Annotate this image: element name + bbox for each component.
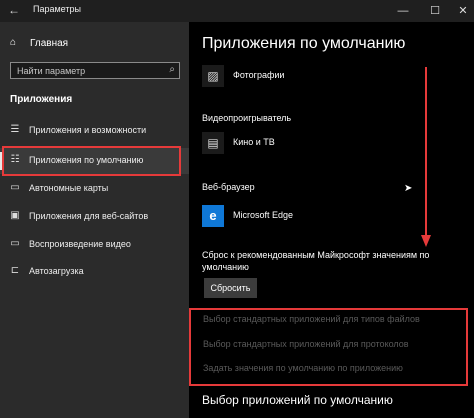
video-icon: ▭ [10, 238, 20, 249]
home-label: Главная [30, 38, 69, 49]
sidebar-item-startup[interactable]: ⊏ Автозагрузка [0, 259, 189, 285]
mouse-cursor-icon: ➤ [404, 183, 413, 194]
photos-icon: ▨ [202, 65, 224, 87]
minimize-button[interactable]: — [388, 0, 418, 22]
sidebar-item-label: Воспроизведение видео [29, 239, 131, 249]
edge-icon: e [202, 205, 224, 227]
search-input[interactable]: Найти параметр ⌕ [10, 62, 180, 79]
back-arrow-icon[interactable]: ← [6, 2, 22, 18]
map-icon: ▭ [10, 182, 20, 193]
sidebar-item-label: Автозагрузка [29, 266, 84, 276]
window-title: Параметры [33, 4, 81, 14]
reset-button[interactable]: Сбросить [204, 278, 257, 298]
page-title: Приложения по умолчанию [202, 35, 406, 52]
home-icon: ⌂ [10, 37, 17, 48]
group-label-browser: Веб-браузер [202, 182, 255, 192]
reset-description: Сброс к рекомендованным Майкрософт значе… [202, 250, 430, 272]
search-placeholder: Найти параметр [17, 66, 86, 76]
sidebar-item-label: Автономные карты [29, 183, 109, 193]
sidebar: ⌂ Главная Найти параметр ⌕ Приложения ☰ … [0, 22, 189, 418]
bottom-heading: Выбор приложений по умолчанию [202, 393, 393, 407]
sidebar-item-video-playback[interactable]: ▭ Воспроизведение видео [0, 232, 189, 258]
sidebar-item-web-apps[interactable]: ▣ Приложения для веб-сайтов [0, 204, 189, 230]
main-content: Приложения по умолчанию ▨ Фотографии Вид… [189, 22, 474, 418]
group-label-video: Видеопроигрыватель [202, 113, 292, 123]
film-icon: ▤ [202, 132, 224, 154]
section-heading: Приложения [10, 94, 73, 105]
annotation-highlight-box [2, 146, 181, 176]
list-icon: ☰ [10, 124, 20, 135]
web-apps-icon: ▣ [10, 210, 20, 221]
app-name: Фотографии [233, 70, 285, 80]
search-icon[interactable]: ⌕ [169, 64, 175, 75]
home-link[interactable]: ⌂ Главная [10, 37, 68, 53]
sidebar-item-apps-features[interactable]: ☰ Приложения и возможности [0, 118, 189, 144]
sidebar-item-label: Приложения и возможности [29, 125, 147, 135]
startup-icon: ⊏ [10, 265, 20, 276]
annotation-links-box [189, 308, 468, 386]
close-button[interactable]: ✕ [448, 0, 474, 22]
app-name: Microsoft Edge [233, 210, 294, 220]
app-name: Кино и ТВ [233, 137, 275, 147]
sidebar-item-label: Приложения для веб-сайтов [29, 211, 149, 221]
maximize-button[interactable]: ☐ [420, 0, 450, 22]
title-bar: ← Параметры — ☐ ✕ [0, 0, 474, 22]
annotation-arrow [421, 67, 431, 247]
sidebar-item-offline-maps[interactable]: ▭ Автономные карты [0, 176, 189, 202]
